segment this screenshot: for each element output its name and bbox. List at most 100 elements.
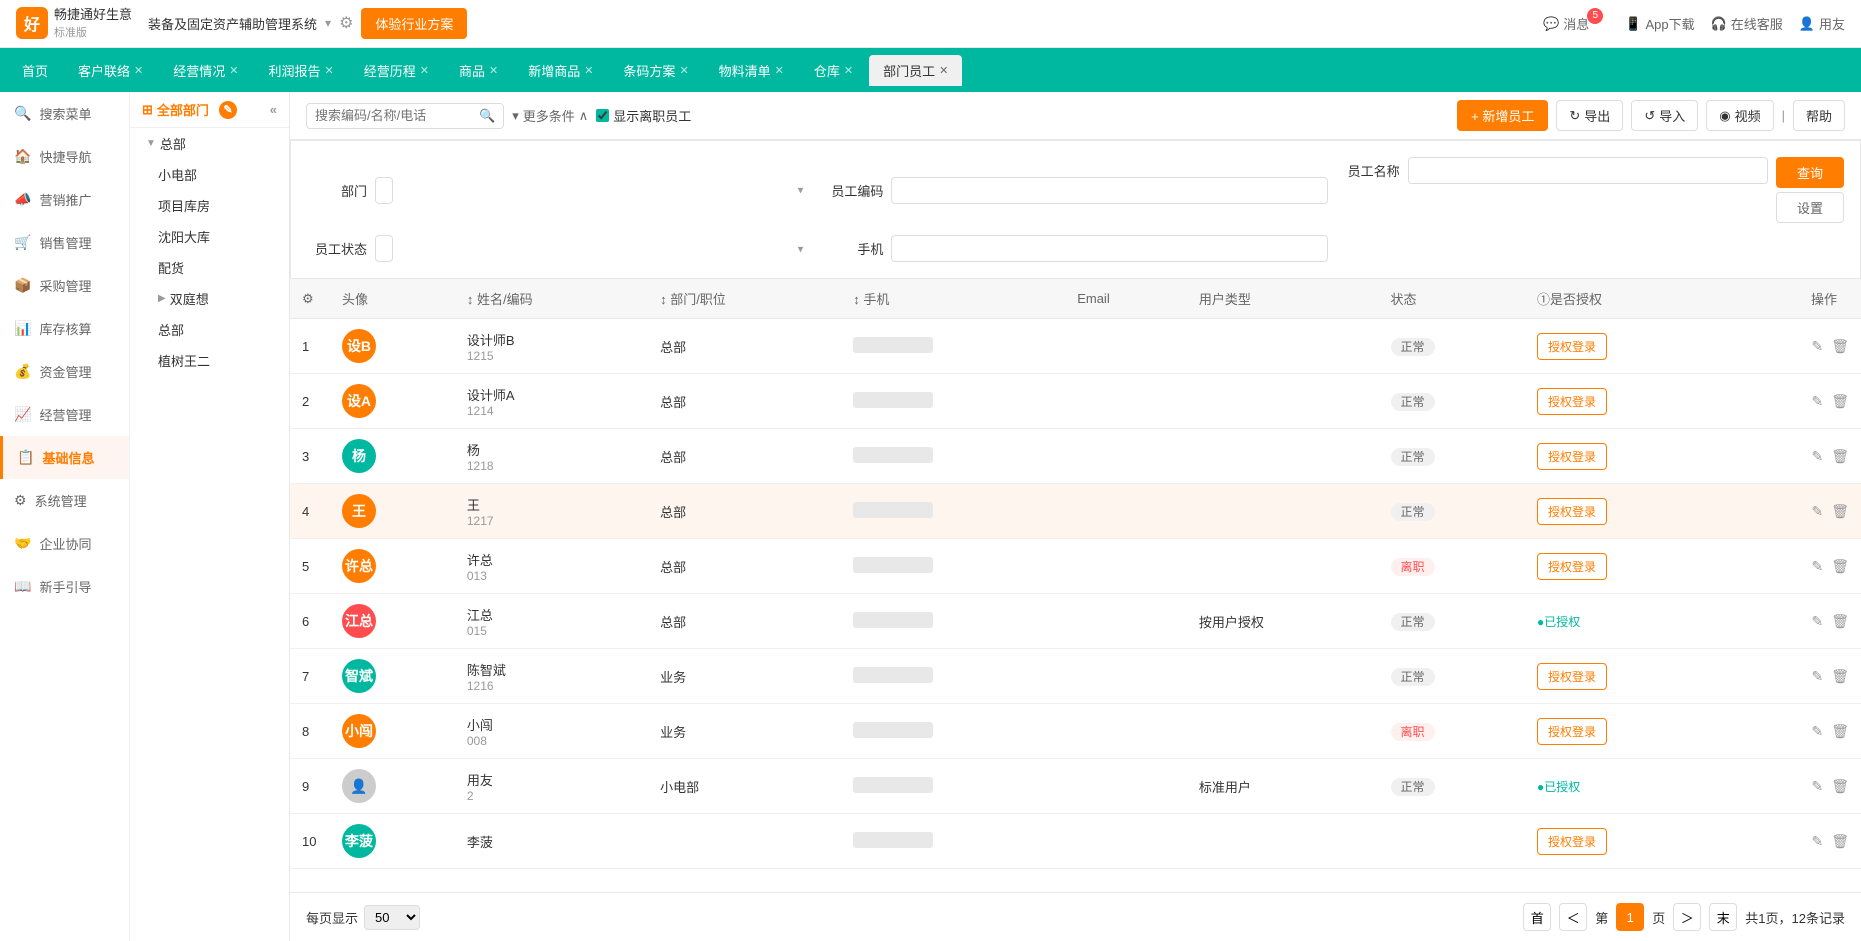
tree-node-shenyang[interactable]: 沈阳大库 xyxy=(130,221,289,252)
help-button[interactable]: 帮助 xyxy=(1793,100,1845,131)
auth-login-button[interactable]: 授权登录 xyxy=(1537,718,1607,745)
nav-item-system[interactable]: ⚙ 系统管理 xyxy=(0,479,129,522)
tab-home[interactable]: 首页 xyxy=(8,55,62,86)
auth-login-button[interactable]: 授权登录 xyxy=(1537,828,1607,855)
tab-close-icon[interactable]: ✕ xyxy=(325,64,334,77)
search-button[interactable]: 查询 xyxy=(1776,157,1844,188)
delete-button[interactable]: 🗑 xyxy=(1831,338,1849,355)
delete-button[interactable]: 🗑 xyxy=(1831,558,1849,575)
message-button[interactable]: 💬 消息 5 xyxy=(1543,14,1609,33)
nav-item-purchase[interactable]: 📦 采购管理 xyxy=(0,264,129,307)
app-download-button[interactable]: 📱 App下载 xyxy=(1625,14,1694,33)
show-resigned-checkbox[interactable]: 显示离职员工 xyxy=(596,106,691,125)
status-select[interactable] xyxy=(375,235,393,262)
tab-operations[interactable]: 经营情况 ✕ xyxy=(159,55,252,86)
name-input[interactable] xyxy=(1408,157,1768,184)
user-avatar[interactable]: 👤 用友 xyxy=(1799,14,1845,33)
nav-item-basic[interactable]: 📋 基础信息 xyxy=(0,436,129,479)
first-page-button[interactable]: 首 xyxy=(1523,903,1551,931)
nav-item-sales[interactable]: 🛒 销售管理 xyxy=(0,221,129,264)
add-employee-button[interactable]: + 新增员工 xyxy=(1457,100,1548,131)
tab-barcode[interactable]: 条码方案 ✕ xyxy=(609,55,702,86)
tab-goods[interactable]: 商品 ✕ xyxy=(445,55,512,86)
tree-node-zongbu[interactable]: 总部 xyxy=(130,314,289,345)
settings-col-icon[interactable]: ⚙ xyxy=(302,291,314,306)
tab-close-icon[interactable]: ✕ xyxy=(775,64,784,77)
nav-item-search[interactable]: 🔍 搜索菜单 xyxy=(0,92,129,135)
view-button[interactable]: ◉ 视频 xyxy=(1706,100,1773,131)
tab-customer[interactable]: 客户联络 ✕ xyxy=(64,55,157,86)
tree-node-root[interactable]: ▼ 总部 xyxy=(130,128,289,159)
tab-close-icon[interactable]: ✕ xyxy=(420,64,429,77)
tab-employees[interactable]: 部门员工 ✕ xyxy=(869,55,962,86)
edit-button[interactable]: ✎ xyxy=(1811,668,1823,685)
tab-close-icon[interactable]: ✕ xyxy=(489,64,498,77)
dept-select[interactable] xyxy=(375,177,393,204)
nav-item-enterprise[interactable]: 🤝 企业协同 xyxy=(0,522,129,565)
settings-icon[interactable]: ⚙ xyxy=(339,13,353,33)
trial-button[interactable]: 体验行业方案 xyxy=(361,8,467,39)
tab-history[interactable]: 经营历程 ✕ xyxy=(350,55,443,86)
edit-button[interactable]: ✎ xyxy=(1811,503,1823,520)
tab-warehouse[interactable]: 仓库 ✕ xyxy=(800,55,867,86)
nav-item-marketing[interactable]: 📣 营销推广 xyxy=(0,178,129,221)
search-input[interactable] xyxy=(315,108,475,123)
tree-node-project[interactable]: 项目库房 xyxy=(130,190,289,221)
tab-profit[interactable]: 利润报告 ✕ xyxy=(254,55,347,86)
edit-button[interactable]: ✎ xyxy=(1811,613,1823,630)
search-icon[interactable]: 🔍 xyxy=(479,108,495,124)
tree-node-zhishu[interactable]: 植树王二 xyxy=(130,345,289,376)
auth-login-button[interactable]: 授权登录 xyxy=(1537,498,1607,525)
prev-page-button[interactable]: ＜ xyxy=(1559,903,1587,931)
delete-button[interactable]: 🗑 xyxy=(1831,503,1849,520)
delete-button[interactable]: 🗑 xyxy=(1831,393,1849,410)
delete-button[interactable]: 🗑 xyxy=(1831,723,1849,740)
auth-login-button[interactable]: 授权登录 xyxy=(1537,663,1607,690)
auth-login-button[interactable]: 授权登录 xyxy=(1537,333,1607,360)
delete-button[interactable]: 🗑 xyxy=(1831,778,1849,795)
tab-bom[interactable]: 物料清单 ✕ xyxy=(705,55,798,86)
reset-button[interactable]: 设置 xyxy=(1776,192,1844,223)
edit-button[interactable]: ✎ xyxy=(1811,558,1823,575)
auth-login-button[interactable]: 授权登录 xyxy=(1537,388,1607,415)
nav-item-inventory[interactable]: 📊 库存核算 xyxy=(0,307,129,350)
tree-node-xiaodian[interactable]: 小电部 xyxy=(130,159,289,190)
delete-button[interactable]: 🗑 xyxy=(1831,668,1849,685)
tab-close-icon[interactable]: ✕ xyxy=(844,64,853,77)
tab-close-icon[interactable]: ✕ xyxy=(679,64,688,77)
edit-button[interactable]: ✎ xyxy=(1811,723,1823,740)
tree-node-distribution[interactable]: 配货 xyxy=(130,252,289,283)
nav-item-operations[interactable]: 📈 经营管理 xyxy=(0,393,129,436)
delete-button[interactable]: 🗑 xyxy=(1831,448,1849,465)
import-button[interactable]: ↺ 导入 xyxy=(1631,100,1698,131)
edit-button[interactable]: ✎ xyxy=(1811,833,1823,850)
code-input[interactable] xyxy=(891,177,1327,204)
tab-close-icon[interactable]: ✕ xyxy=(134,64,143,77)
auth-login-button[interactable]: 授权登录 xyxy=(1537,553,1607,580)
tab-close-icon[interactable]: ✕ xyxy=(584,64,593,77)
auth-login-button[interactable]: 授权登录 xyxy=(1537,443,1607,470)
dropdown-arrow-icon[interactable]: ▾ xyxy=(325,16,331,30)
page-size-select[interactable]: 50 20 100 xyxy=(364,905,420,930)
export-button[interactable]: ↻ 导出 xyxy=(1556,100,1623,131)
online-service-button[interactable]: 🎧 在线客服 xyxy=(1711,14,1783,33)
tab-close-icon[interactable]: ✕ xyxy=(939,64,948,77)
delete-button[interactable]: 🗑 xyxy=(1831,833,1849,850)
last-page-button[interactable]: 末 xyxy=(1709,903,1737,931)
tree-node-shuangting[interactable]: ▶ 双庭想 xyxy=(130,283,289,314)
edit-button[interactable]: ✎ xyxy=(1811,393,1823,410)
tree-action-icon[interactable]: ✎ xyxy=(219,101,237,119)
nav-item-guide[interactable]: 📖 新手引导 xyxy=(0,565,129,608)
tab-close-icon[interactable]: ✕ xyxy=(229,64,238,77)
edit-button[interactable]: ✎ xyxy=(1811,338,1823,355)
edit-button[interactable]: ✎ xyxy=(1811,448,1823,465)
edit-button[interactable]: ✎ xyxy=(1811,778,1823,795)
phone-input[interactable] xyxy=(891,235,1327,262)
nav-item-quicknav[interactable]: 🏠 快捷导航 xyxy=(0,135,129,178)
next-page-button[interactable]: ＞ xyxy=(1673,903,1701,931)
delete-button[interactable]: 🗑 xyxy=(1831,613,1849,630)
current-page-button[interactable]: 1 xyxy=(1616,903,1644,931)
nav-item-finance[interactable]: 💰 资金管理 xyxy=(0,350,129,393)
more-filters-button[interactable]: ▾ 更多条件 ∧ xyxy=(512,106,588,125)
tab-add-goods[interactable]: 新增商品 ✕ xyxy=(514,55,607,86)
